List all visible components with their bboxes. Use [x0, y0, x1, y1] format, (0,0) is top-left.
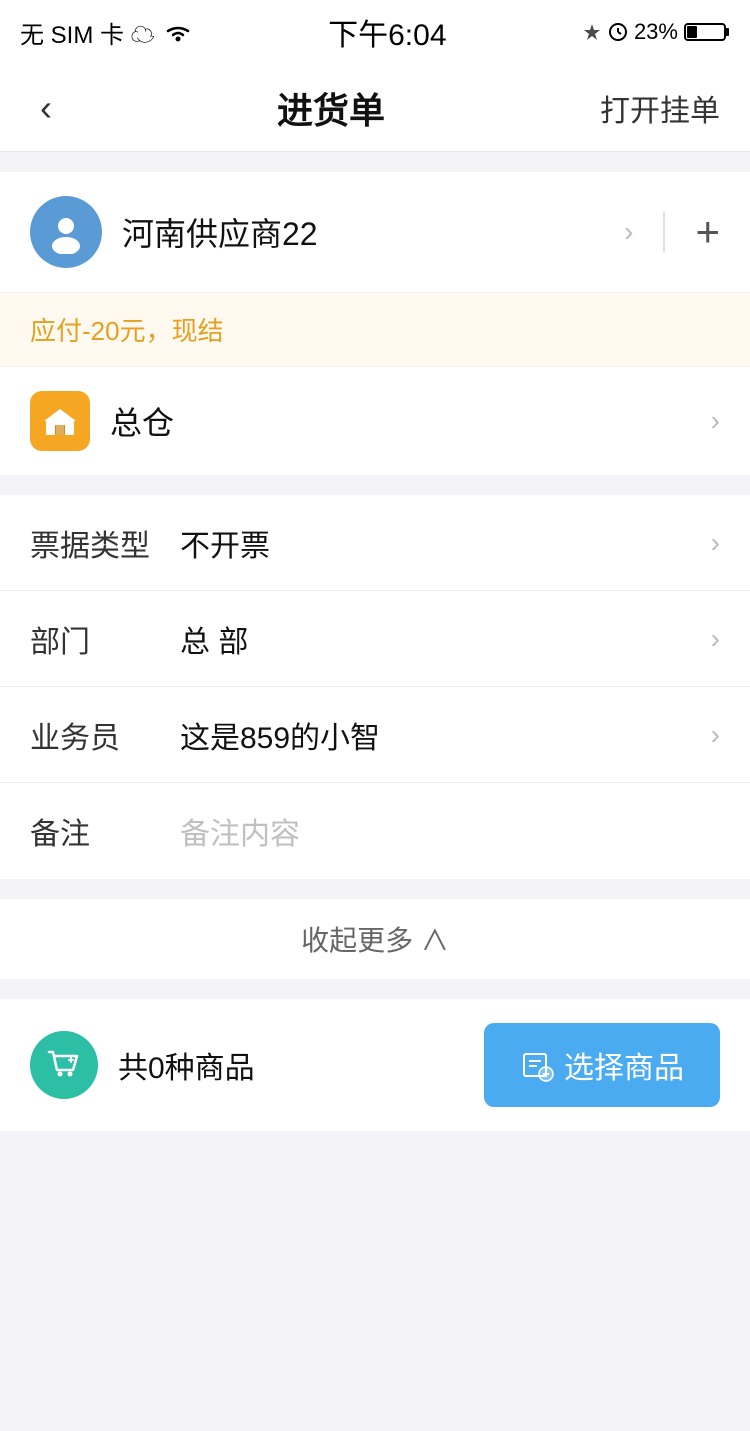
user-avatar-icon: [44, 210, 88, 254]
supplier-arrow-icon: ›: [624, 216, 633, 248]
status-bar: 无 SIM 卡 ☁ 下午6:04 23%: [0, 0, 750, 64]
invoice-arrow-icon: ›: [711, 527, 720, 559]
wifi-icon: [163, 21, 193, 43]
remark-value[interactable]: 备注内容: [170, 809, 720, 853]
invoice-value: 不开票: [170, 521, 711, 565]
alert-row: 应付-20元，现结: [0, 293, 750, 366]
collapse-text: 收起更多 ∧: [301, 919, 449, 959]
salesperson-arrow-icon: ›: [711, 719, 720, 751]
form-section: 票据类型 不开票 › 部门 总 部 › 业务员 这是859的小智 › 备注 备注…: [0, 495, 750, 879]
status-time: 下午6:04: [328, 10, 446, 54]
department-label: 部门: [30, 617, 170, 661]
warehouse-icon-wrap: [30, 391, 90, 451]
remark-label: 备注: [30, 809, 170, 853]
warehouse-arrow-icon: ›: [711, 405, 720, 437]
select-product-label: 选择商品: [564, 1043, 684, 1087]
salesperson-value: 这是859的小智: [170, 713, 711, 757]
warehouse-icon: [42, 403, 78, 439]
form-row-invoice[interactable]: 票据类型 不开票 ›: [0, 495, 750, 591]
form-row-salesperson[interactable]: 业务员 这是859的小智 ›: [0, 687, 750, 783]
select-product-button[interactable]: 选择商品: [484, 1023, 720, 1107]
warehouse-name: 总仓: [110, 398, 711, 444]
supplier-name: 河南供应商22: [122, 209, 624, 255]
supplier-row[interactable]: 河南供应商22 › +: [0, 172, 750, 293]
supplier-avatar: [30, 196, 102, 268]
status-right: 23%: [582, 19, 730, 45]
supplier-card: 河南供应商22 › + 应付-20元，现结 总仓 ›: [0, 172, 750, 475]
collapse-row[interactable]: 收起更多 ∧: [0, 899, 750, 979]
department-value: 总 部: [170, 617, 711, 661]
location-icon: [582, 22, 602, 42]
battery-icon: [684, 21, 730, 43]
form-row-remark[interactable]: 备注 备注内容: [0, 783, 750, 879]
select-product-icon: [520, 1048, 554, 1082]
form-row-department[interactable]: 部门 总 部 ›: [0, 591, 750, 687]
status-left: 无 SIM 卡 ☁: [20, 15, 193, 50]
page-title: 进货单: [277, 82, 385, 134]
invoice-label: 票据类型: [30, 521, 170, 565]
battery-text: 23%: [634, 19, 678, 45]
salesperson-label: 业务员: [30, 713, 170, 757]
warehouse-row[interactable]: 总仓 ›: [0, 366, 750, 475]
alert-text: 应付-20元，现结: [30, 316, 224, 346]
section-gap-1: [0, 152, 750, 172]
bottom-section: 共0种商品 选择商品: [0, 999, 750, 1131]
add-button[interactable]: +: [695, 211, 720, 253]
cart-icon-wrap: [30, 1031, 98, 1099]
nav-bar: ‹ 进货单 打开挂单: [0, 64, 750, 152]
department-arrow-icon: ›: [711, 623, 720, 655]
clock-icon: [608, 22, 628, 42]
supplier-divider: [663, 212, 665, 252]
product-count: 共0种商品: [118, 1043, 464, 1087]
sim-text: 无 SIM 卡 ☁: [20, 15, 155, 50]
back-button[interactable]: ‹: [30, 77, 62, 139]
shopping-cart-icon: [45, 1046, 83, 1084]
open-pending-button[interactable]: 打开挂单: [600, 86, 720, 130]
content-area: [0, 1131, 750, 1431]
